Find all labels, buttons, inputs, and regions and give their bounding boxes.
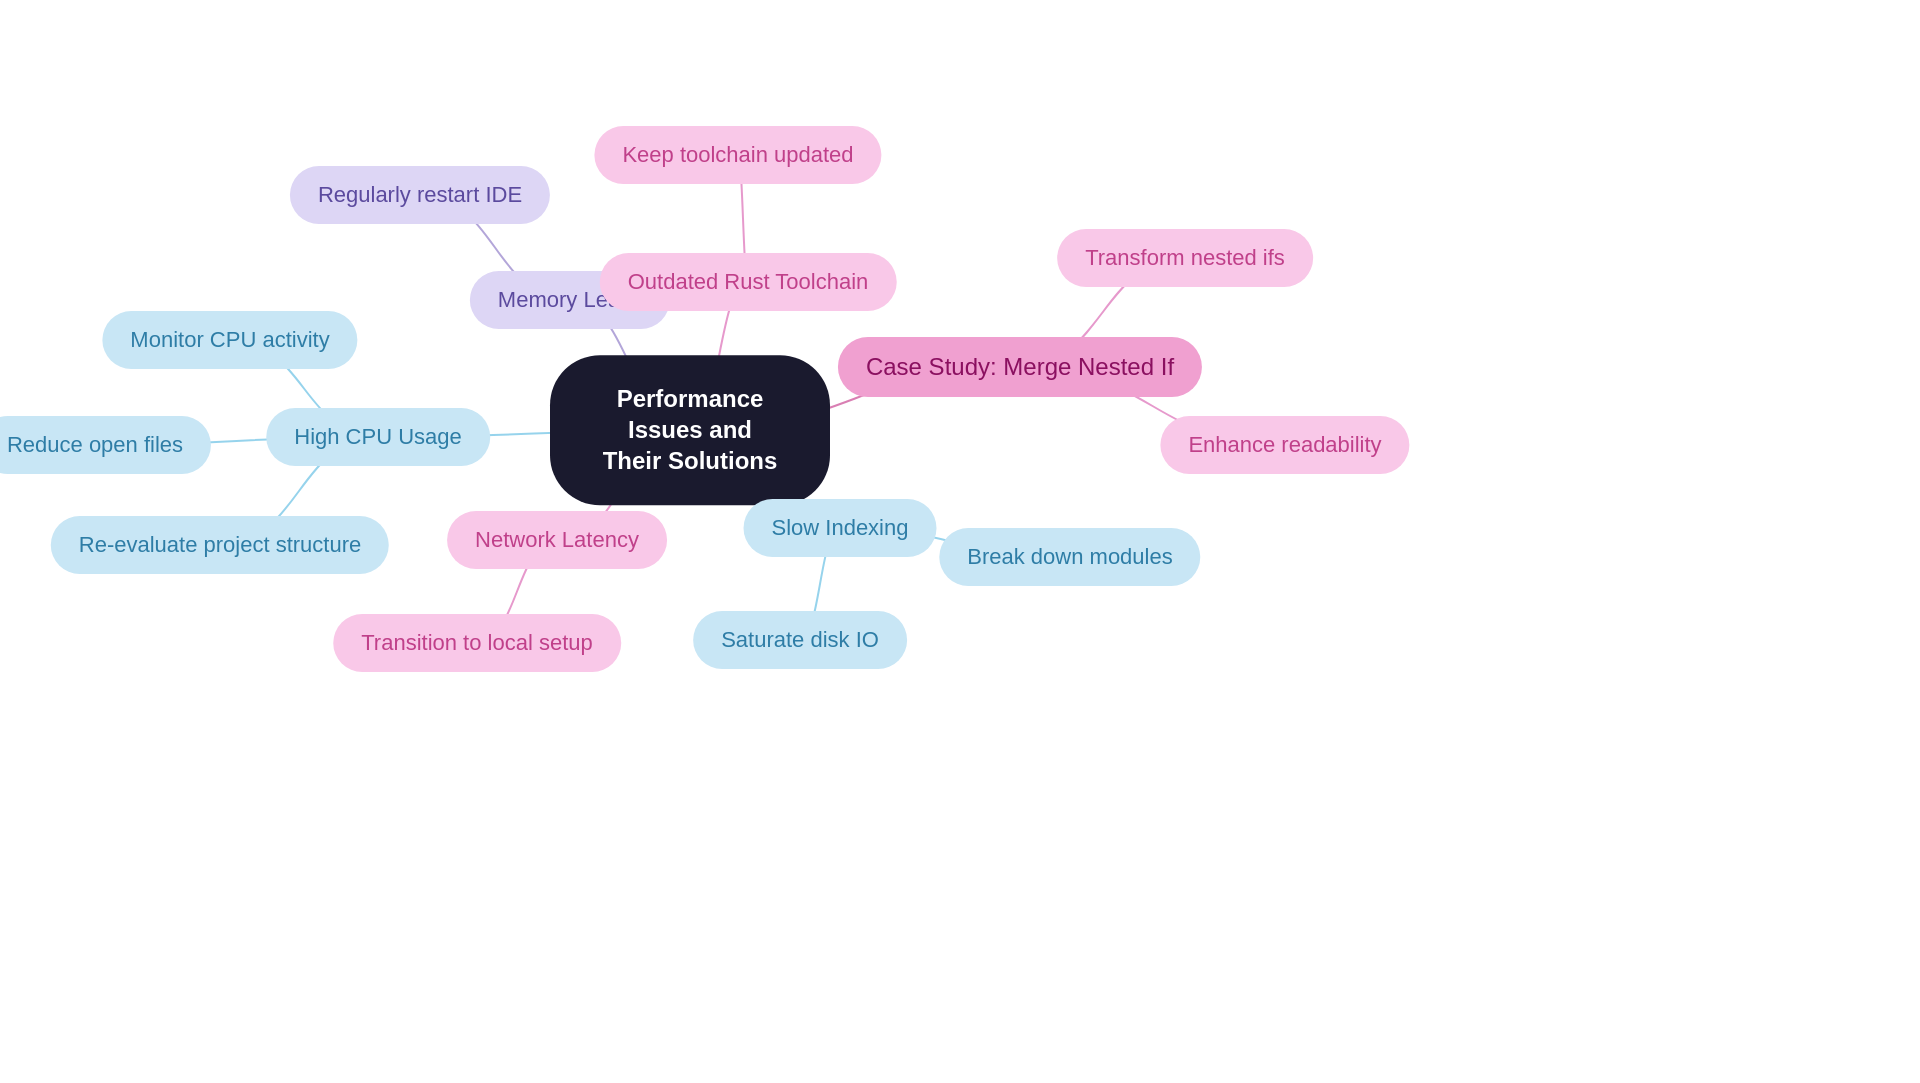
break-down-node[interactable]: Break down modules <box>939 528 1200 586</box>
mind-map: Performance Issues and Their Solutions M… <box>0 0 1920 1083</box>
enhance-readability-node[interactable]: Enhance readability <box>1160 416 1409 474</box>
center-node[interactable]: Performance Issues and Their Solutions <box>550 355 830 505</box>
slow-indexing-node[interactable]: Slow Indexing <box>744 499 937 557</box>
transition-local-node[interactable]: Transition to local setup <box>333 614 621 672</box>
reduce-files-node[interactable]: Reduce open files <box>0 416 211 474</box>
center-label: Performance Issues and Their Solutions <box>598 383 782 477</box>
outdated-rust-node[interactable]: Outdated Rust Toolchain <box>600 253 897 311</box>
transform-nested-node[interactable]: Transform nested ifs <box>1057 229 1313 287</box>
high-cpu-node[interactable]: High CPU Usage <box>266 408 490 466</box>
re-evaluate-node[interactable]: Re-evaluate project structure <box>51 516 389 574</box>
regularly-restart-node[interactable]: Regularly restart IDE <box>290 166 550 224</box>
case-study-node[interactable]: Case Study: Merge Nested If <box>838 337 1202 397</box>
saturate-disk-node[interactable]: Saturate disk IO <box>693 611 907 669</box>
monitor-cpu-node[interactable]: Monitor CPU activity <box>102 311 357 369</box>
keep-toolchain-node[interactable]: Keep toolchain updated <box>594 126 881 184</box>
network-latency-node[interactable]: Network Latency <box>447 511 667 569</box>
